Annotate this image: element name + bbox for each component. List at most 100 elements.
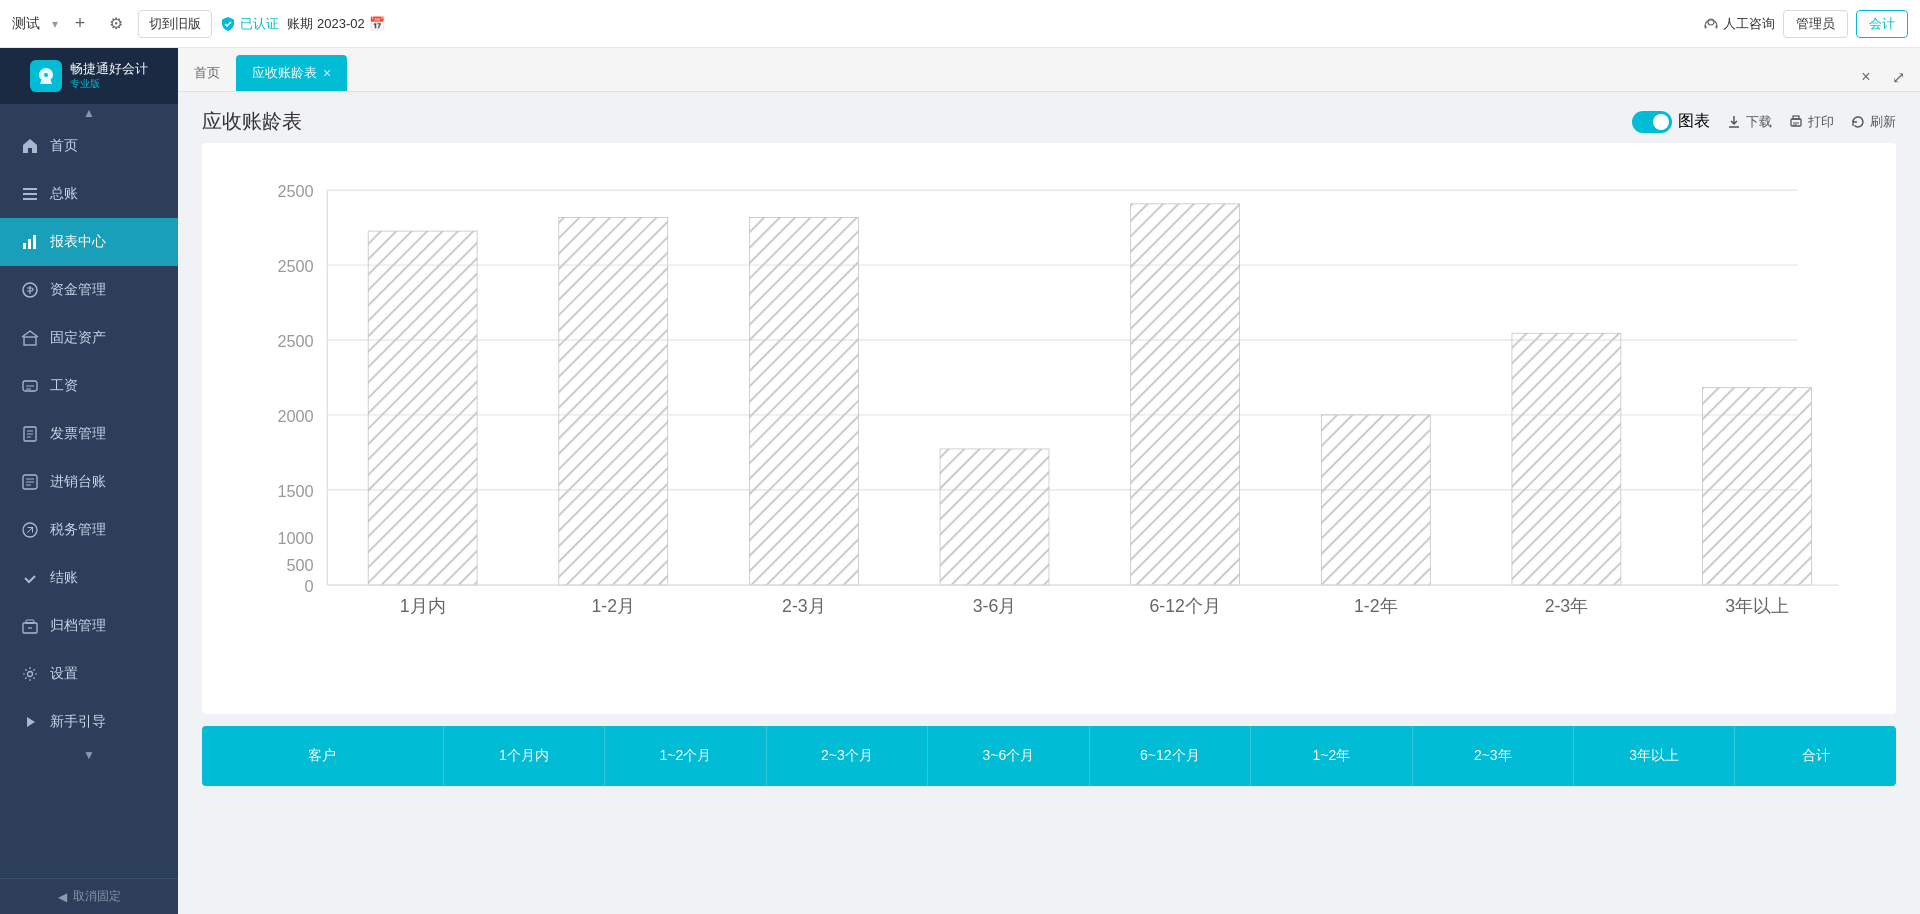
svg-rect-43 bbox=[940, 449, 1049, 585]
refresh-icon bbox=[1850, 114, 1866, 130]
tab-home-label: 首页 bbox=[194, 64, 220, 82]
page-content: 应收账龄表 图表 下载 打印 bbox=[178, 92, 1920, 914]
payroll-icon bbox=[20, 376, 40, 396]
sidebar-item-guide[interactable]: 新手引导 bbox=[0, 698, 178, 746]
customer-service-button[interactable]: 人工咨询 bbox=[1703, 15, 1775, 33]
svg-point-18 bbox=[28, 672, 33, 677]
ledger-icon bbox=[20, 184, 40, 204]
content-area: 首页 应收账龄表 × × ⤢ 应收账龄表 图表 bbox=[178, 48, 1920, 914]
sidebar-item-reports[interactable]: 报表中心 bbox=[0, 218, 178, 266]
guide-icon bbox=[20, 712, 40, 732]
sidebar-item-invoice[interactable]: 发票管理 bbox=[0, 410, 178, 458]
sidebar-label-funds: 资金管理 bbox=[50, 281, 106, 299]
tab-bar-expand-button[interactable]: ⤢ bbox=[1884, 63, 1912, 91]
svg-rect-39 bbox=[559, 217, 668, 585]
sidebar-label-closing: 结账 bbox=[50, 569, 78, 587]
svg-text:1-2月: 1-2月 bbox=[591, 596, 635, 616]
sidebar-item-assets[interactable]: 固定资产 bbox=[0, 314, 178, 362]
role-button[interactable]: 会计 bbox=[1856, 10, 1908, 38]
table-header-1-2y: 1~2年 bbox=[1251, 726, 1412, 786]
sidebar-item-tax[interactable]: 税务管理 bbox=[0, 506, 178, 554]
table-header-total: 合计 bbox=[1735, 726, 1895, 786]
page-actions: 图表 下载 打印 刷新 bbox=[1632, 111, 1896, 133]
table-header-3-6m: 3~6个月 bbox=[928, 726, 1089, 786]
sidebar-item-payroll[interactable]: 工资 bbox=[0, 362, 178, 410]
sidebar: 畅捷通好会计 专业版 ▲ 首页 总账 报表中心 bbox=[0, 48, 178, 914]
sidebar-label-invoice: 发票管理 bbox=[50, 425, 106, 443]
svg-rect-45 bbox=[1131, 204, 1240, 585]
svg-text:2-3月: 2-3月 bbox=[782, 596, 826, 616]
sidebar-label-archive: 归档管理 bbox=[50, 617, 106, 635]
sidebar-item-archive[interactable]: 归档管理 bbox=[0, 602, 178, 650]
svg-rect-4 bbox=[23, 188, 37, 190]
svg-text:0: 0 bbox=[305, 577, 314, 595]
chart-container: 2500 2500 2500 2000 1500 1000 500 0 bbox=[202, 143, 1896, 714]
svg-rect-2 bbox=[1716, 25, 1718, 28]
sidebar-item-closing[interactable]: 结账 bbox=[0, 554, 178, 602]
switch-old-version-button[interactable]: 切到旧版 bbox=[138, 10, 212, 38]
sidebar-logo: 畅捷通好会计 专业版 bbox=[0, 48, 178, 104]
table-header-1m: 1个月内 bbox=[444, 726, 605, 786]
svg-text:2500: 2500 bbox=[277, 332, 313, 350]
svg-rect-47 bbox=[1321, 415, 1430, 585]
toggle-switch[interactable] bbox=[1632, 111, 1672, 133]
sidebar-item-settings[interactable]: 设置 bbox=[0, 650, 178, 698]
closing-icon bbox=[20, 568, 40, 588]
table-header-6-12m: 6~12个月 bbox=[1090, 726, 1251, 786]
page-title: 应收账龄表 bbox=[202, 108, 302, 135]
app-name: 畅捷通好会计 专业版 bbox=[70, 61, 148, 92]
tab-home[interactable]: 首页 bbox=[178, 55, 236, 91]
sidebar-scroll-up[interactable]: ▲ bbox=[0, 104, 178, 122]
sidebar-label-assets: 固定资产 bbox=[50, 329, 106, 347]
assets-icon bbox=[20, 328, 40, 348]
svg-text:2500: 2500 bbox=[277, 182, 313, 200]
tab-ar-aging[interactable]: 应收账龄表 × bbox=[236, 55, 347, 91]
sidebar-item-trade[interactable]: 进销台账 bbox=[0, 458, 178, 506]
download-button[interactable]: 下载 bbox=[1726, 113, 1772, 131]
cancel-fixed-icon: ◀ bbox=[58, 890, 67, 904]
svg-rect-6 bbox=[23, 198, 37, 200]
print-button[interactable]: 打印 bbox=[1788, 113, 1834, 131]
svg-text:1500: 1500 bbox=[277, 482, 313, 500]
svg-text:1月内: 1月内 bbox=[400, 596, 446, 616]
sidebar-label-ledger: 总账 bbox=[50, 185, 78, 203]
svg-rect-1 bbox=[1705, 25, 1707, 28]
user-button[interactable]: 管理员 bbox=[1783, 10, 1848, 38]
cancel-fixed-button[interactable]: ◀ 取消固定 bbox=[0, 878, 178, 914]
tab-bar-close-button[interactable]: × bbox=[1852, 63, 1880, 91]
sidebar-label-trade: 进销台账 bbox=[50, 473, 106, 491]
reports-icon bbox=[20, 232, 40, 252]
sidebar-item-ledger[interactable]: 总账 bbox=[0, 170, 178, 218]
table-header-1-2m: 1~2个月 bbox=[605, 726, 766, 786]
settings-icon[interactable]: ⚙ bbox=[102, 10, 130, 38]
app-logo-icon bbox=[30, 60, 62, 92]
chart-toggle[interactable]: 图表 bbox=[1632, 111, 1710, 133]
table-header-3y-plus: 3年以上 bbox=[1574, 726, 1735, 786]
tab-close-button[interactable]: × bbox=[323, 65, 331, 81]
svg-rect-51 bbox=[1703, 388, 1812, 585]
svg-text:2500: 2500 bbox=[277, 257, 313, 275]
table-header: 客户 1个月内 1~2个月 2~3个月 3~6个月 6~12个月 1~2年 2~… bbox=[202, 726, 1896, 786]
company-dropdown-icon[interactable]: ▾ bbox=[52, 17, 58, 31]
sidebar-label-settings: 设置 bbox=[50, 665, 78, 683]
tab-ar-aging-label: 应收账龄表 bbox=[252, 64, 317, 82]
sidebar-item-funds[interactable]: 资金管理 bbox=[0, 266, 178, 314]
chart-toggle-label: 图表 bbox=[1678, 111, 1710, 132]
svg-text:1-2年: 1-2年 bbox=[1354, 596, 1398, 616]
sidebar-scroll-down[interactable]: ▼ bbox=[0, 746, 178, 764]
add-button[interactable]: + bbox=[66, 10, 94, 38]
calendar-icon[interactable]: 📅 bbox=[369, 16, 385, 31]
svg-text:2000: 2000 bbox=[277, 407, 313, 425]
refresh-button[interactable]: 刷新 bbox=[1850, 113, 1896, 131]
svg-text:500: 500 bbox=[286, 556, 313, 574]
archive-icon bbox=[20, 616, 40, 636]
shield-icon bbox=[220, 16, 236, 32]
period-display: 账期 2023-02 📅 bbox=[287, 15, 385, 33]
svg-text:3-6月: 3-6月 bbox=[973, 596, 1017, 616]
svg-rect-5 bbox=[23, 193, 37, 195]
sidebar-item-home[interactable]: 首页 bbox=[0, 122, 178, 170]
sidebar-label-guide: 新手引导 bbox=[50, 713, 106, 731]
svg-text:3年以上: 3年以上 bbox=[1725, 596, 1789, 616]
svg-rect-7 bbox=[23, 243, 26, 249]
tax-icon bbox=[20, 520, 40, 540]
